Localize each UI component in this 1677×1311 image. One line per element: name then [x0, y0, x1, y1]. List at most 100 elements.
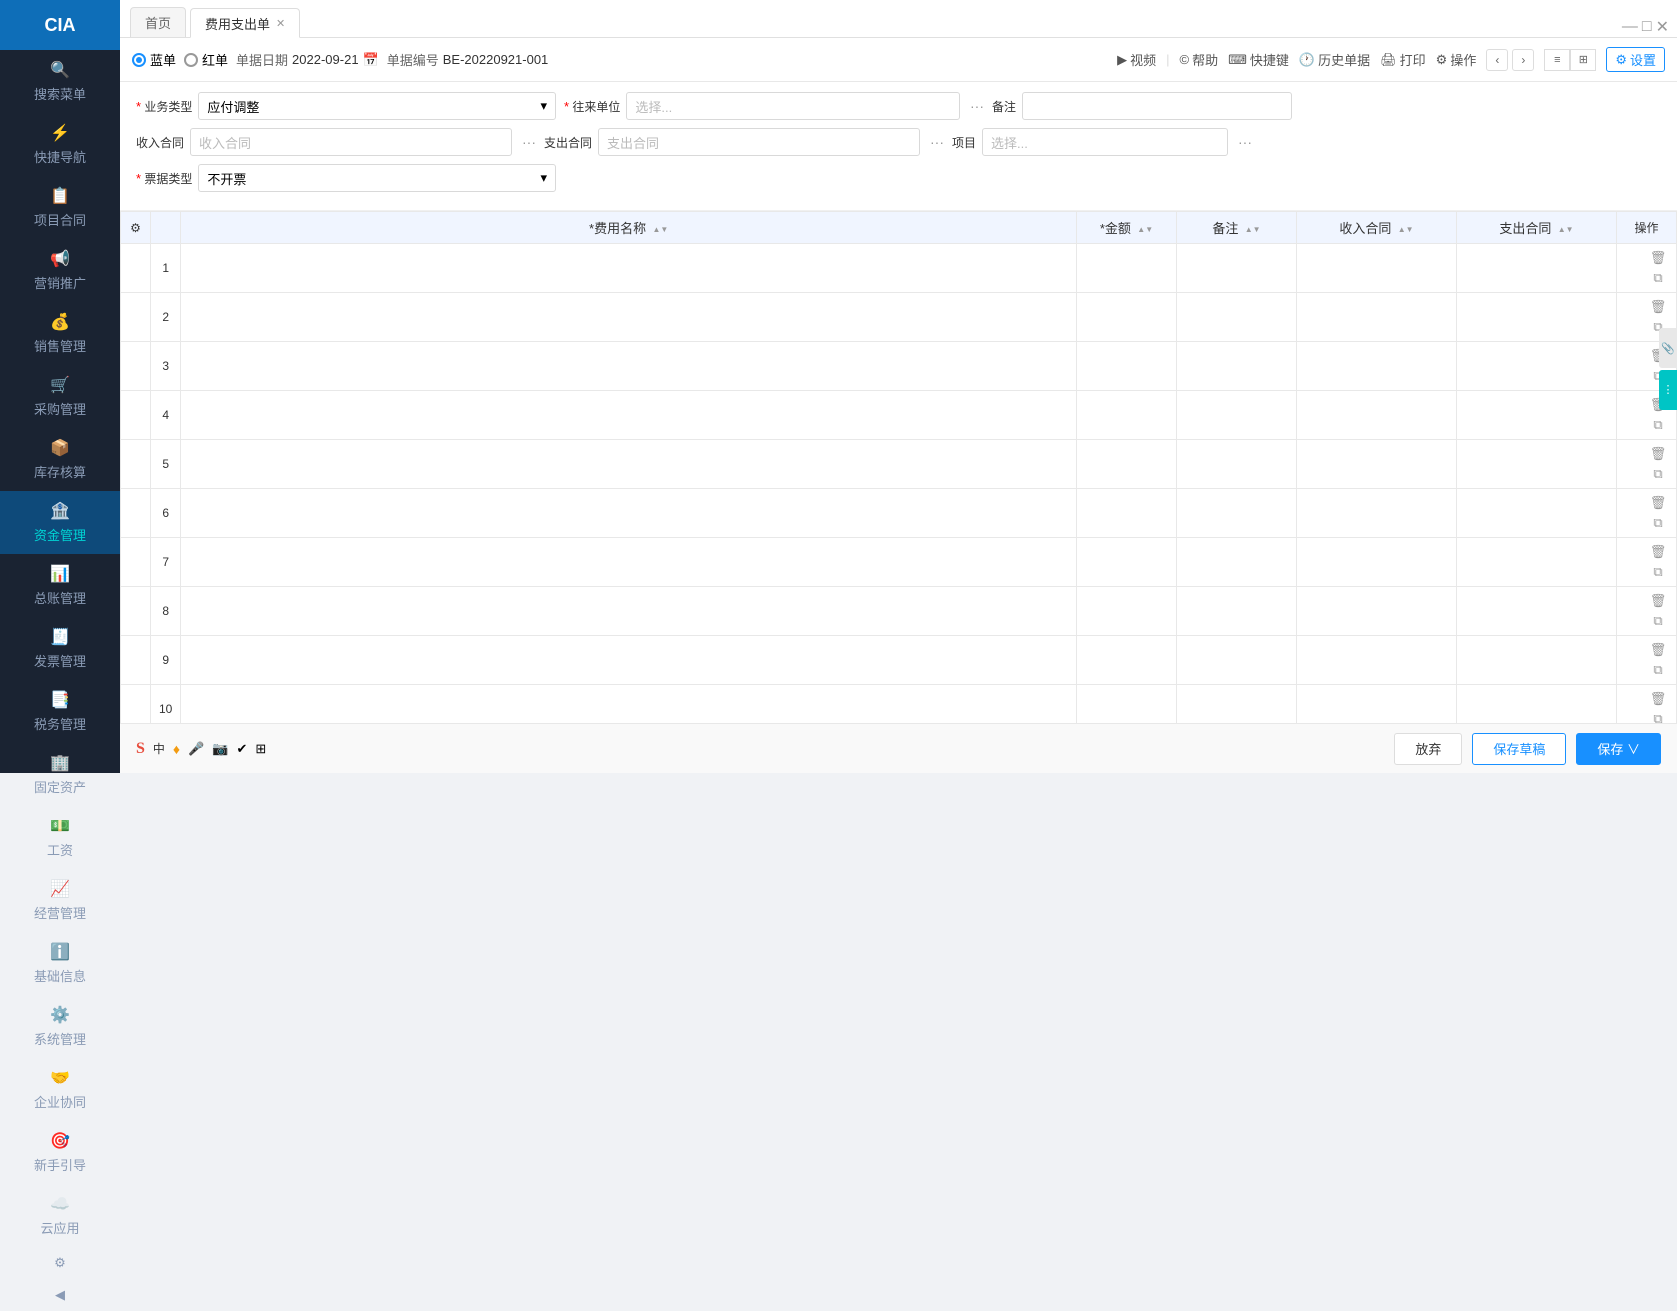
copy-row-button[interactable]: ⧉ [1648, 611, 1668, 631]
tab-home[interactable]: 首页 [130, 7, 186, 37]
sidebar-item-quick-nav[interactable]: ⚡ 快捷导航 [0, 113, 120, 176]
save-draft-button[interactable]: 保存草稿 [1472, 733, 1566, 765]
income-contract-cell[interactable] [1297, 342, 1457, 391]
tab-close-icon[interactable]: ✕ [276, 17, 285, 30]
project-input[interactable]: 选择... [982, 128, 1228, 156]
expense-name-cell[interactable] [181, 244, 1077, 293]
copy-row-button[interactable]: ⧉ [1648, 660, 1668, 680]
col-header-income-contract[interactable]: 收入合同 ▲▼ [1297, 212, 1457, 244]
sidebar-item-enterprise[interactable]: 🤝 企业协同 [0, 1058, 120, 1121]
delete-row-button[interactable]: 🗑 [1648, 591, 1668, 611]
sidebar-item-ledger[interactable]: 📊 总账管理 [0, 554, 120, 617]
expense-name-cell[interactable] [181, 538, 1077, 587]
biz-type-select[interactable]: 应付调整 ▾ [198, 92, 556, 120]
col-header-expense-contract[interactable]: 支出合同 ▲▼ [1457, 212, 1617, 244]
income-contract-input[interactable]: 收入合同 [190, 128, 512, 156]
note-cell[interactable] [1177, 293, 1297, 342]
video-button[interactable]: ▶ 视频 [1117, 50, 1156, 69]
settings-button[interactable]: ⚙ 设置 [1606, 47, 1665, 72]
sidebar-item-cloud[interactable]: ☁️ 云应用 [0, 1184, 120, 1247]
col-header-note[interactable]: 备注 ▲▼ [1177, 212, 1297, 244]
copy-row-button[interactable]: ⧉ [1648, 464, 1668, 484]
amount-cell[interactable] [1077, 293, 1177, 342]
window-close-button[interactable]: ✕ [1656, 17, 1669, 37]
action-button[interactable]: ⚙ 操作 [1436, 50, 1477, 69]
income-contract-cell[interactable] [1297, 538, 1457, 587]
sidebar-settings[interactable]: ⚙ [0, 1247, 120, 1279]
grid-view-button[interactable]: ⊞ [1570, 49, 1596, 71]
delete-row-button[interactable]: 🗑 [1648, 493, 1668, 513]
right-tab-1[interactable]: 📎 [1659, 328, 1677, 368]
list-view-button[interactable]: ≡ [1544, 49, 1570, 71]
expense-name-cell[interactable] [181, 342, 1077, 391]
sidebar-item-search[interactable]: 🔍 搜索菜单 [0, 50, 120, 113]
amount-cell[interactable] [1077, 587, 1177, 636]
note-cell[interactable] [1177, 538, 1297, 587]
right-tab-2[interactable]: ⋮ [1659, 370, 1677, 410]
expense-name-cell[interactable] [181, 293, 1077, 342]
delete-row-button[interactable]: 🗑 [1648, 297, 1668, 317]
copy-row-button[interactable]: ⧉ [1648, 415, 1668, 435]
expense-contract-cell[interactable] [1457, 538, 1617, 587]
radio-red[interactable]: 红单 [184, 50, 228, 69]
col-header-gear[interactable]: ⚙ [121, 212, 151, 244]
expense-contract-cell[interactable] [1457, 685, 1617, 724]
sidebar-item-marketing[interactable]: 📢 营销推广 [0, 239, 120, 302]
window-maximize-button[interactable]: □ [1642, 18, 1652, 36]
mic-icon[interactable]: 🎤 [188, 741, 204, 757]
note-cell[interactable] [1177, 636, 1297, 685]
col-header-expense-name[interactable]: *费用名称 ▲▼ [181, 212, 1077, 244]
expense-name-cell[interactable] [181, 440, 1077, 489]
camera-icon[interactable]: 📷 [212, 741, 228, 757]
sidebar-item-new-guide[interactable]: 🎯 新手引导 [0, 1121, 120, 1184]
income-contract-cell[interactable] [1297, 636, 1457, 685]
income-contract-more-icon[interactable]: ··· [522, 134, 536, 150]
grid-icon[interactable]: ⊞ [255, 741, 266, 757]
expense-contract-cell[interactable] [1457, 489, 1617, 538]
project-more-icon[interactable]: ··· [1238, 134, 1252, 150]
sidebar-item-project-contract[interactable]: 📋 项目合同 [0, 176, 120, 239]
amount-cell[interactable] [1077, 391, 1177, 440]
sidebar-item-base-info[interactable]: ℹ️ 基础信息 [0, 932, 120, 995]
amount-cell[interactable] [1077, 489, 1177, 538]
delete-row-button[interactable]: 🗑 [1648, 444, 1668, 464]
expense-name-cell[interactable] [181, 587, 1077, 636]
income-contract-cell[interactable] [1297, 440, 1457, 489]
remark-input[interactable] [1022, 92, 1292, 120]
expense-name-cell[interactable] [181, 636, 1077, 685]
expense-name-cell[interactable] [181, 391, 1077, 440]
expense-name-cell[interactable] [181, 685, 1077, 724]
invoice-type-select[interactable]: 不开票 ▾ [198, 164, 556, 192]
note-cell[interactable] [1177, 587, 1297, 636]
sidebar-collapse[interactable]: ◀ [0, 1279, 120, 1311]
counterpart-input[interactable]: 选择... [626, 92, 960, 120]
delete-row-button[interactable]: 🗑 [1648, 542, 1668, 562]
sidebar-item-fund[interactable]: 🏦 资金管理 [0, 491, 120, 554]
copy-row-button[interactable]: ⧉ [1648, 513, 1668, 533]
counterpart-more-icon[interactable]: ··· [970, 98, 984, 114]
note-cell[interactable] [1177, 489, 1297, 538]
amount-cell[interactable] [1077, 440, 1177, 489]
amount-cell[interactable] [1077, 342, 1177, 391]
sidebar-item-inventory[interactable]: 📦 库存核算 [0, 428, 120, 491]
expense-contract-cell[interactable] [1457, 293, 1617, 342]
sidebar-item-operations[interactable]: 📈 经营管理 [0, 869, 120, 932]
radio-blue[interactable]: 蓝单 [132, 50, 176, 69]
print-button[interactable]: 🖨 打印 [1380, 50, 1426, 69]
copy-row-button[interactable]: ⧉ [1648, 268, 1668, 288]
amount-cell[interactable] [1077, 636, 1177, 685]
expense-contract-cell[interactable] [1457, 636, 1617, 685]
delete-row-button[interactable]: 🗑 [1648, 248, 1668, 268]
prev-record-button[interactable]: ‹ [1486, 49, 1508, 71]
sidebar-item-payroll[interactable]: 💵 工资 [0, 806, 120, 869]
income-contract-cell[interactable] [1297, 685, 1457, 724]
sidebar-item-tax[interactable]: 📑 税务管理 [0, 680, 120, 743]
next-record-button[interactable]: › [1512, 49, 1534, 71]
income-contract-cell[interactable] [1297, 391, 1457, 440]
expense-name-cell[interactable] [181, 489, 1077, 538]
delete-row-button[interactable]: 🗑 [1648, 640, 1668, 660]
income-contract-cell[interactable] [1297, 244, 1457, 293]
note-cell[interactable] [1177, 342, 1297, 391]
amount-cell[interactable] [1077, 538, 1177, 587]
sidebar-item-invoice[interactable]: 🧾 发票管理 [0, 617, 120, 680]
